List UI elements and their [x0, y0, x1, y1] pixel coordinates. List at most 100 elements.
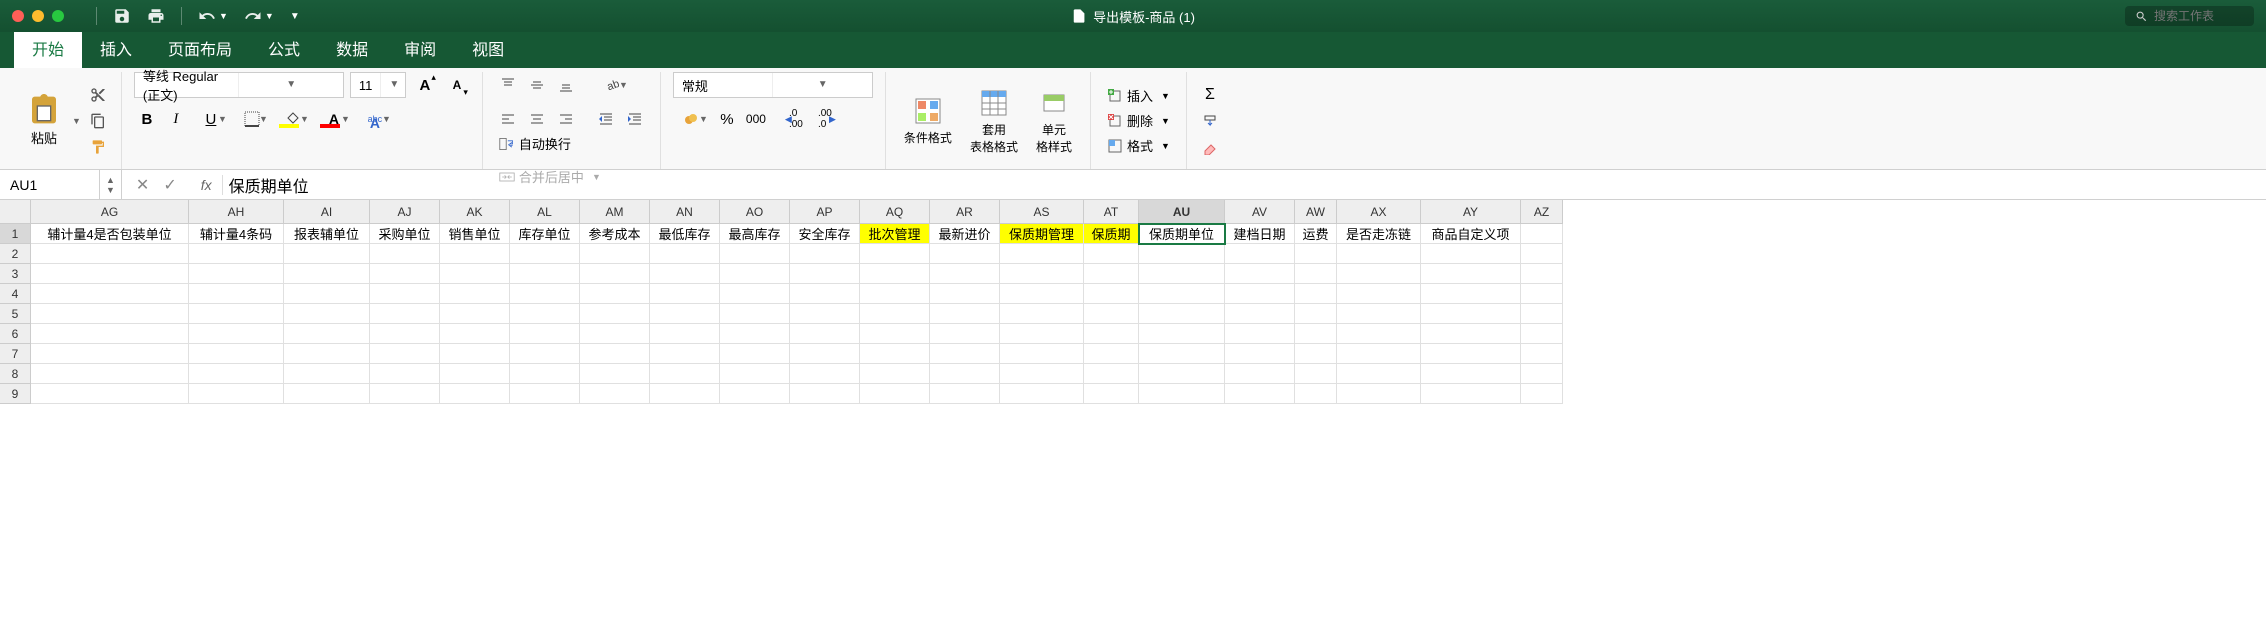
cell-AV6[interactable] [1225, 324, 1295, 344]
cell-AU8[interactable] [1139, 364, 1225, 384]
cell-AI3[interactable] [284, 264, 370, 284]
italic-button[interactable]: I [163, 106, 189, 132]
align-bottom-button[interactable] [553, 72, 579, 98]
underline-button[interactable]: U▼ [192, 106, 230, 132]
cell-AZ1[interactable] [1521, 224, 1563, 244]
align-middle-button[interactable] [524, 72, 550, 98]
cell-AU7[interactable] [1139, 344, 1225, 364]
cell-AY1[interactable]: 商品自定义项 [1421, 224, 1521, 244]
cell-AT2[interactable] [1084, 244, 1139, 264]
tab-data[interactable]: 数据 [318, 28, 386, 68]
cell-AZ2[interactable] [1521, 244, 1563, 264]
cell-AI6[interactable] [284, 324, 370, 344]
close-window-button[interactable] [12, 10, 24, 22]
cell-AI8[interactable] [284, 364, 370, 384]
cell-styles-button[interactable]: 单元 格样式 [1030, 83, 1078, 159]
redo-button[interactable]: ▼ [244, 7, 274, 25]
column-header-AZ[interactable]: AZ [1521, 200, 1563, 224]
cell-AP9[interactable] [790, 384, 860, 404]
cell-AW2[interactable] [1295, 244, 1337, 264]
column-header-AY[interactable]: AY [1421, 200, 1521, 224]
cell-AO6[interactable] [720, 324, 790, 344]
cell-AN8[interactable] [650, 364, 720, 384]
cell-AO5[interactable] [720, 304, 790, 324]
cell-AQ7[interactable] [860, 344, 930, 364]
cell-AI4[interactable] [284, 284, 370, 304]
align-top-button[interactable] [495, 72, 521, 98]
save-icon[interactable] [113, 7, 131, 25]
font-name-combo[interactable]: 等线 Regular (正文)▼ [134, 72, 344, 98]
cell-AL3[interactable] [510, 264, 580, 284]
cell-AW1[interactable]: 运费 [1295, 224, 1337, 244]
cell-AK8[interactable] [440, 364, 510, 384]
column-header-AG[interactable]: AG [31, 200, 189, 224]
cell-AY8[interactable] [1421, 364, 1521, 384]
cell-AK4[interactable] [440, 284, 510, 304]
column-header-AV[interactable]: AV [1225, 200, 1295, 224]
cell-AH8[interactable] [189, 364, 284, 384]
format-as-table-button[interactable]: 套用 表格格式 [964, 83, 1024, 159]
paste-button[interactable]: 粘贴 [22, 90, 66, 151]
cell-AG1[interactable]: 辅计量4是否包装单位 [31, 224, 189, 244]
cell-AV4[interactable] [1225, 284, 1295, 304]
cell-AJ7[interactable] [370, 344, 440, 364]
increase-decimal-button[interactable]: .0.00◀ [783, 106, 809, 132]
cell-AH1[interactable]: 辅计量4条码 [189, 224, 284, 244]
cell-AO3[interactable] [720, 264, 790, 284]
decrease-decimal-button[interactable]: .00.0▶ [812, 106, 838, 132]
cell-AM2[interactable] [580, 244, 650, 264]
cell-AH5[interactable] [189, 304, 284, 324]
cell-AX5[interactable] [1337, 304, 1421, 324]
cell-AV7[interactable] [1225, 344, 1295, 364]
cell-AV5[interactable] [1225, 304, 1295, 324]
cell-AH2[interactable] [189, 244, 284, 264]
cell-AQ3[interactable] [860, 264, 930, 284]
print-icon[interactable] [147, 7, 165, 25]
cell-AO2[interactable] [720, 244, 790, 264]
cell-AH7[interactable] [189, 344, 284, 364]
column-header-AR[interactable]: AR [930, 200, 1000, 224]
cell-AJ6[interactable] [370, 324, 440, 344]
format-cells-button[interactable]: 格式▼ [1103, 134, 1174, 157]
cell-AO8[interactable] [720, 364, 790, 384]
cell-AT8[interactable] [1084, 364, 1139, 384]
cell-AT7[interactable] [1084, 344, 1139, 364]
cell-AN1[interactable]: 最低库存 [650, 224, 720, 244]
cell-AW8[interactable] [1295, 364, 1337, 384]
cell-AJ8[interactable] [370, 364, 440, 384]
delete-cells-button[interactable]: 删除▼ [1103, 109, 1174, 132]
column-header-AJ[interactable]: AJ [370, 200, 440, 224]
cell-AU9[interactable] [1139, 384, 1225, 404]
wrap-text-button[interactable]: 自动换行 [495, 132, 605, 155]
cell-AU4[interactable] [1139, 284, 1225, 304]
cell-AX7[interactable] [1337, 344, 1421, 364]
percent-button[interactable]: % [714, 106, 740, 132]
cell-AR3[interactable] [930, 264, 1000, 284]
insert-cells-button[interactable]: 插入▼ [1103, 84, 1174, 107]
cell-AN5[interactable] [650, 304, 720, 324]
row-header-6[interactable]: 6 [0, 324, 31, 344]
cell-AL1[interactable]: 库存单位 [510, 224, 580, 244]
cell-AQ1[interactable]: 批次管理 [860, 224, 930, 244]
cell-AT1[interactable]: 保质期 [1084, 224, 1139, 244]
font-color-button[interactable]: A▼ [315, 106, 353, 132]
cell-AY7[interactable] [1421, 344, 1521, 364]
cancel-formula-button[interactable]: ✕ [136, 175, 149, 195]
cell-AW7[interactable] [1295, 344, 1337, 364]
orientation-button[interactable]: ab▼ [593, 72, 631, 98]
decrease-font-button[interactable]: A▾ [444, 72, 470, 98]
cell-AM6[interactable] [580, 324, 650, 344]
cell-AL4[interactable] [510, 284, 580, 304]
cell-AY9[interactable] [1421, 384, 1521, 404]
column-header-AH[interactable]: AH [189, 200, 284, 224]
cell-AI2[interactable] [284, 244, 370, 264]
cell-AK7[interactable] [440, 344, 510, 364]
column-header-AK[interactable]: AK [440, 200, 510, 224]
cell-AS7[interactable] [1000, 344, 1084, 364]
cell-AM1[interactable]: 参考成本 [580, 224, 650, 244]
cell-AU6[interactable] [1139, 324, 1225, 344]
cell-AV3[interactable] [1225, 264, 1295, 284]
cell-AJ9[interactable] [370, 384, 440, 404]
column-header-AS[interactable]: AS [1000, 200, 1084, 224]
cell-AP3[interactable] [790, 264, 860, 284]
